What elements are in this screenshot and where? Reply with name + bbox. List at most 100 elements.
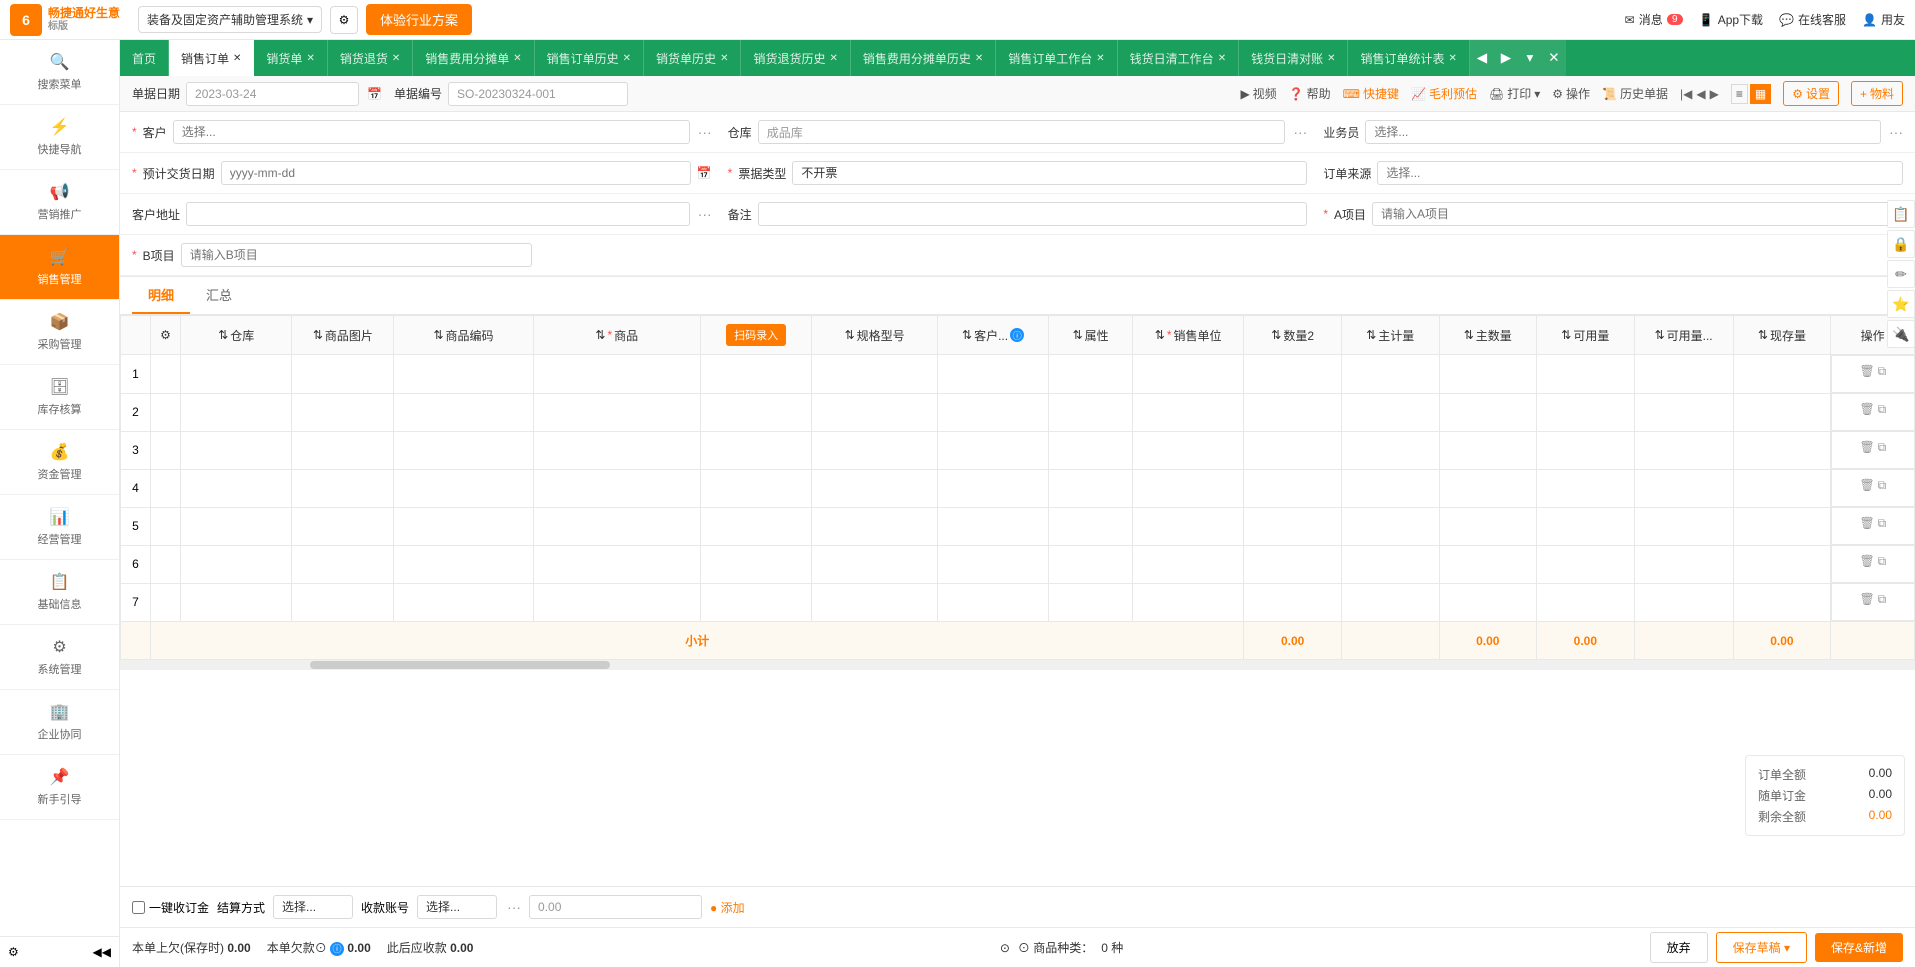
horizontal-scrollbar[interactable] xyxy=(120,660,1915,670)
sidebar-collapse-icon[interactable]: ◀◀ xyxy=(93,945,111,959)
payment-checkbox-label[interactable]: 一键收订金 xyxy=(132,899,209,916)
save-draft-button[interactable]: 保存草稿 ▾ xyxy=(1716,932,1807,963)
date-input[interactable] xyxy=(186,82,359,106)
table-tab-detail[interactable]: 明细 xyxy=(132,277,190,314)
discard-button[interactable]: 放弃 xyxy=(1650,932,1708,963)
delete-icon-6[interactable]: 🗑 xyxy=(1859,554,1874,574)
tab-nav-dropdown[interactable]: ▾ xyxy=(1518,40,1542,76)
close-tab-salesfee[interactable]: ✕ xyxy=(513,53,521,64)
address-more-btn[interactable]: ··· xyxy=(698,206,712,222)
copy-icon-7[interactable]: ⧉ xyxy=(1878,592,1887,612)
history-btn[interactable]: 📜 历史单据 xyxy=(1602,85,1668,102)
nav-next[interactable]: ▶ xyxy=(1710,87,1719,101)
sidebar-item-inventory[interactable]: 🗄 库存核算 xyxy=(0,365,119,430)
delete-icon-1[interactable]: 🗑 xyxy=(1859,364,1874,384)
bproject-input[interactable] xyxy=(181,243,532,267)
form-view-btn[interactable]: ▦ xyxy=(1750,84,1771,104)
warehouse-more-btn[interactable]: ··· xyxy=(1293,124,1307,140)
close-tab-salesorderhist[interactable]: ✕ xyxy=(623,53,631,64)
right-icon-plugin[interactable]: 🔌 xyxy=(1887,320,1915,348)
copy-icon-3[interactable]: ⧉ xyxy=(1878,440,1887,460)
th-settings[interactable]: ⚙ xyxy=(151,316,181,355)
close-tab-salesfeehist[interactable]: ✕ xyxy=(975,53,983,64)
settings-icon-btn[interactable]: ⚙ xyxy=(330,6,358,34)
right-icon-star[interactable]: ⭐ xyxy=(1887,290,1915,318)
delete-icon-4[interactable]: 🗑 xyxy=(1859,478,1874,498)
delete-icon-7[interactable]: 🗑 xyxy=(1859,592,1874,612)
tab-salesorder[interactable]: 销售订单 ✕ xyxy=(169,40,254,76)
sidebar-item-sales[interactable]: 🛒 销售管理 xyxy=(0,235,119,300)
tab-close-all[interactable]: ✕ xyxy=(1542,40,1566,76)
add-item-btn[interactable]: + 物料 xyxy=(1851,81,1903,106)
close-tab-cashclear[interactable]: ✕ xyxy=(1218,53,1226,64)
customer-more-btn[interactable]: ··· xyxy=(698,124,712,140)
close-tab-salesworkbench[interactable]: ✕ xyxy=(1096,53,1104,64)
sidebar-item-guide[interactable]: 📌 新手引导 xyxy=(0,755,119,820)
ordersource-input[interactable] xyxy=(1377,161,1903,185)
close-tab-salessummary[interactable]: ✕ xyxy=(1449,53,1457,64)
delete-icon-5[interactable]: 🗑 xyxy=(1859,516,1874,536)
staff-input[interactable] xyxy=(1365,120,1881,144)
solution-button[interactable]: 体验行业方案 xyxy=(366,4,472,35)
close-tab-salesreturn[interactable]: ✕ xyxy=(306,53,314,64)
payment-amount[interactable] xyxy=(529,895,702,919)
online-service[interactable]: 💬 在线客服 xyxy=(1779,11,1846,28)
tab-home[interactable]: 首页 xyxy=(120,40,169,76)
settlement-select[interactable]: 选择... xyxy=(273,895,353,919)
sidebar-item-marketing[interactable]: 📢 营销推广 xyxy=(0,170,119,235)
sidebar-item-operation[interactable]: 📊 经营管理 xyxy=(0,495,119,560)
copy-icon-4[interactable]: ⧉ xyxy=(1878,478,1887,498)
tab-salesorderhist[interactable]: 销售订单历史 ✕ xyxy=(535,40,644,76)
address-input[interactable] xyxy=(186,202,690,226)
calendar-icon[interactable]: 📅 xyxy=(367,87,382,101)
sidebar-item-basic[interactable]: 📋 基础信息 xyxy=(0,560,119,625)
nav-first[interactable]: |◀ xyxy=(1680,87,1692,101)
copy-icon-2[interactable]: ⧉ xyxy=(1878,402,1887,422)
app-download[interactable]: 📱 App下载 xyxy=(1699,11,1763,28)
print-btn[interactable]: 🖨 打印 ▾ xyxy=(1489,85,1540,102)
copy-icon-5[interactable]: ⧉ xyxy=(1878,516,1887,536)
save-draft-dropdown[interactable]: ▾ xyxy=(1784,941,1790,955)
tab-salesreturn[interactable]: 销货单 ✕ xyxy=(254,40,327,76)
close-tab-cashreconcile[interactable]: ✕ xyxy=(1327,53,1335,64)
delivery-input[interactable] xyxy=(221,161,691,185)
help-btn[interactable]: ❓ 帮助 xyxy=(1289,85,1331,102)
profit-btn[interactable]: 📈 毛利预估 xyxy=(1411,85,1477,102)
grid-view-btn[interactable]: ≡ xyxy=(1731,84,1748,104)
account-more-btn[interactable]: ··· xyxy=(507,899,521,915)
account-select[interactable]: 选择... xyxy=(417,895,497,919)
aproject-input[interactable] xyxy=(1372,202,1903,226)
customer-input[interactable] xyxy=(173,120,690,144)
add-payment-btn[interactable]: ● 添加 xyxy=(710,899,745,916)
right-icon-list[interactable]: 📋 xyxy=(1887,200,1915,228)
message-item[interactable]: ✉ 消息 9 xyxy=(1625,11,1683,28)
payment-checkbox[interactable] xyxy=(132,901,145,914)
docnumber-input[interactable] xyxy=(448,82,628,106)
sidebar-item-system[interactable]: ⚙ 系统管理 xyxy=(0,625,119,690)
system-selector[interactable]: 装备及固定资产辅助管理系统 ▾ xyxy=(138,6,322,33)
close-tab-salesorder[interactable]: ✕ xyxy=(233,53,241,64)
operation-btn[interactable]: ⚙ 操作 xyxy=(1552,85,1590,102)
shortcut-btn[interactable]: ⌨ 快捷键 xyxy=(1343,85,1399,102)
copy-icon-1[interactable]: ⧉ xyxy=(1878,364,1887,384)
nav-prev[interactable]: ◀ xyxy=(1696,87,1705,101)
tab-nav-right[interactable]: ▶ xyxy=(1494,40,1518,76)
tab-cashreconcile[interactable]: 钱货日清对账 ✕ xyxy=(1239,40,1348,76)
date-picker-icon[interactable]: 📅 xyxy=(697,166,712,180)
invoice-select[interactable]: 不开票 增值税普通发票 增值税专用发票 xyxy=(792,161,1307,185)
delete-icon-2[interactable]: 🗑 xyxy=(1859,402,1874,422)
table-tab-summary[interactable]: 汇总 xyxy=(190,277,248,314)
sidebar-item-search[interactable]: 🔍 搜索菜单 xyxy=(0,40,119,105)
close-tab-salesreturngoods[interactable]: ✕ xyxy=(392,53,400,64)
tab-salesretgoodshist[interactable]: 销货退货历史 ✕ xyxy=(741,40,850,76)
sidebar-item-enterprise[interactable]: 🏢 企业协同 xyxy=(0,690,119,755)
scrollbar-thumb[interactable] xyxy=(310,661,610,669)
close-tab-salesreturnhist[interactable]: ✕ xyxy=(720,53,728,64)
right-icon-edit[interactable]: ✏ xyxy=(1887,260,1915,288)
tab-salesfee[interactable]: 销售费用分摊单 ✕ xyxy=(413,40,534,76)
sidebar-item-finance[interactable]: 💰 资金管理 xyxy=(0,430,119,495)
close-tab-salesretgoodshist[interactable]: ✕ xyxy=(829,53,837,64)
debt-info-icon[interactable]: ⓘ xyxy=(330,942,344,956)
staff-more-btn[interactable]: ··· xyxy=(1889,124,1903,140)
sidebar-item-purchase[interactable]: 📦 采购管理 xyxy=(0,300,119,365)
